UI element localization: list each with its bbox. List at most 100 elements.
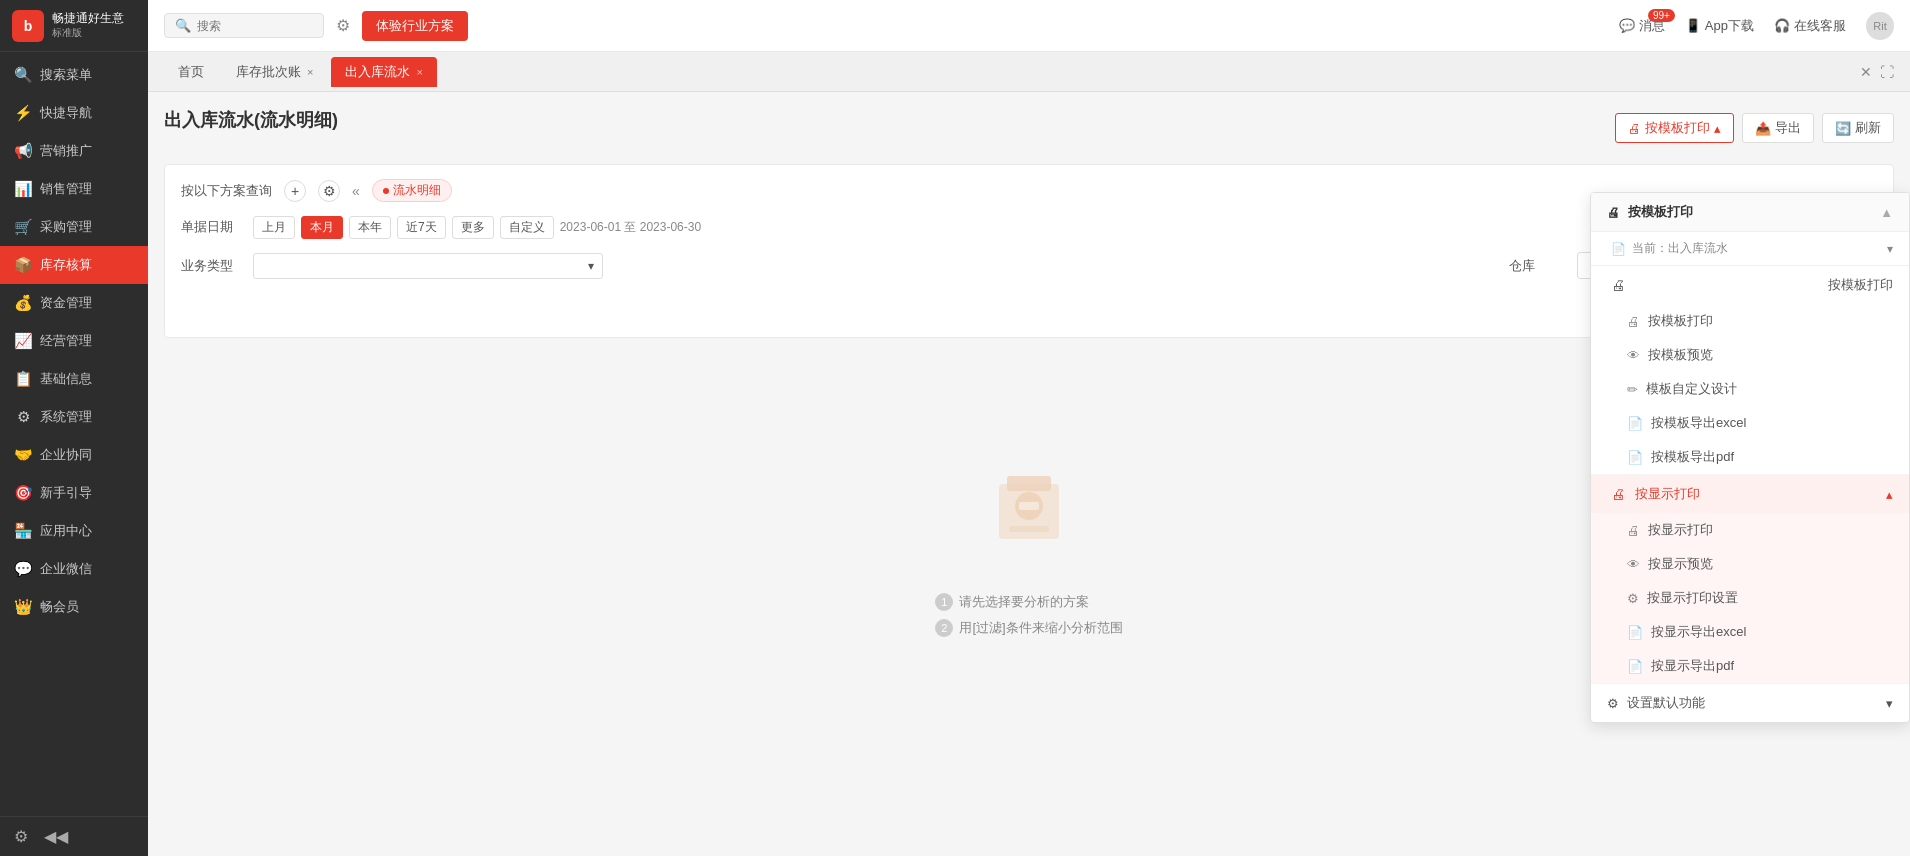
tab-flow-label: 出入库流水 (345, 63, 410, 81)
wechat-icon: 💬 (14, 560, 32, 578)
sidebar-item-label: 新手引导 (40, 484, 92, 502)
sidebar-item-purchase[interactable]: 🛒 采购管理 (0, 208, 148, 246)
dropdown-footer[interactable]: ⚙ 设置默认功能 (1591, 684, 1909, 722)
more-btn[interactable]: 更多 (452, 216, 494, 239)
filter-settings-btn[interactable]: ⚙ (318, 180, 340, 202)
sidebar-item-inventory[interactable]: 📦 库存核算 (0, 246, 148, 284)
display-printer-icon: 🖨 (1611, 486, 1627, 502)
page-content: 出入库流水(流水明细) 🖨 按模板打印 📤 导出 🔄 刷新 (148, 92, 1910, 856)
date-shortcuts: 上月 本月 本年 近7天 更多 自定义 2023-06-01 至 2023-06… (253, 216, 701, 239)
tab-batch[interactable]: 库存批次账 × (222, 57, 327, 87)
display-preview-item[interactable]: 👁 按显示预览 (1591, 547, 1909, 581)
this-month-btn[interactable]: 本月 (301, 216, 343, 239)
settings-icon[interactable]: ⚙ (336, 16, 350, 35)
current-icon: 📄 (1611, 242, 1626, 256)
guide-icon: 🎯 (14, 484, 32, 502)
display-print-header[interactable]: 🖨 按显示打印 (1591, 475, 1909, 513)
sidebar-item-marketing[interactable]: 📢 营销推广 (0, 132, 148, 170)
member-icon: 👑 (14, 598, 32, 616)
template-preview-item[interactable]: 👁 按模板预览 (1591, 338, 1909, 372)
sidebar-item-label: 畅会员 (40, 598, 79, 616)
sidebar-item-label: 资金管理 (40, 294, 92, 312)
topbar-right: 💬 消息 99+ 📱 App下载 🎧 在线客服 Rit (1619, 12, 1894, 40)
tp-customize-icon: ✏ (1627, 382, 1638, 397)
window-max-btn[interactable]: ⛶ (1880, 64, 1894, 80)
topbar: 🔍 ⚙ 体验行业方案 💬 消息 99+ 📱 App下载 🎧 在线客服 Rit (148, 0, 1910, 52)
template-print-item[interactable]: 🖨 按模板打印 (1591, 304, 1909, 338)
sidebar-collapse-btn[interactable]: ◀◀ (44, 827, 68, 846)
svg-rect-3 (1019, 502, 1039, 510)
dp-print-icon: 🖨 (1627, 523, 1640, 538)
dropdown-collapse-btn[interactable]: ▲ (1880, 205, 1893, 220)
date-range: 2023-06-01 至 2023-06-30 (560, 219, 701, 236)
last7-btn[interactable]: 近7天 (397, 216, 446, 239)
sidebar-footer: ⚙ ◀◀ (0, 816, 148, 856)
industry-btn[interactable]: 体验行业方案 (362, 11, 468, 41)
template-customize-item[interactable]: ✏ 模板自定义设计 (1591, 372, 1909, 406)
business-type-select[interactable] (253, 253, 603, 279)
sidebar-item-shortcut[interactable]: ⚡ 快捷导航 (0, 94, 148, 132)
add-filter-btn[interactable]: + (284, 180, 306, 202)
display-excel-item[interactable]: 📄 按显示导出excel (1591, 615, 1909, 649)
display-print-item[interactable]: 🖨 按显示打印 (1591, 513, 1909, 547)
last-month-btn[interactable]: 上月 (253, 216, 295, 239)
display-pdf-item[interactable]: 📄 按显示导出pdf (1591, 649, 1909, 683)
tab-flow[interactable]: 出入库流水 × (331, 57, 436, 87)
export-icon: 📤 (1755, 121, 1771, 136)
print-template-btn[interactable]: 🖨 按模板打印 (1615, 113, 1734, 143)
this-year-btn[interactable]: 本年 (349, 216, 391, 239)
sidebar-item-wechat[interactable]: 💬 企业微信 (0, 550, 148, 588)
sidebar-item-finance[interactable]: 💰 资金管理 (0, 284, 148, 322)
template-pdf-item[interactable]: 📄 按模板导出pdf (1591, 440, 1909, 474)
sidebar-item-system[interactable]: ⚙ 系统管理 (0, 398, 148, 436)
inventory-icon: 📦 (14, 256, 32, 274)
dp-pdf-icon: 📄 (1627, 659, 1643, 674)
notifications-btn[interactable]: 💬 消息 99+ (1619, 17, 1665, 35)
search-input[interactable] (197, 19, 297, 33)
tp-print-icon: 🖨 (1627, 314, 1640, 329)
sales-icon: 📊 (14, 180, 32, 198)
operation-icon: 📈 (14, 332, 32, 350)
refresh-btn[interactable]: 🔄 刷新 (1822, 113, 1894, 143)
filter-tag[interactable]: 流水明细 (372, 179, 452, 202)
empty-tip-1: 1 请先选择要分析的方案 (935, 593, 1122, 611)
topbar-search[interactable]: 🔍 (164, 13, 324, 38)
collapse-icon[interactable]: « (352, 183, 360, 199)
sidebar-item-appstore[interactable]: 🏪 应用中心 (0, 512, 148, 550)
biz-type-label: 业务类型 (181, 257, 241, 275)
sidebar-item-member[interactable]: 👑 畅会员 (0, 588, 148, 626)
custom-btn[interactable]: 自定义 (500, 216, 554, 239)
user-avatar: Rit (1866, 12, 1894, 40)
app-download-btn[interactable]: 📱 App下载 (1685, 17, 1754, 35)
sidebar-item-sales[interactable]: 📊 销售管理 (0, 170, 148, 208)
tabs-bar: 首页 库存批次账 × 出入库流水 × ✕ ⛶ (148, 52, 1910, 92)
sidebar-item-guide[interactable]: 🎯 新手引导 (0, 474, 148, 512)
sidebar-item-search[interactable]: 🔍 搜索菜单 (0, 56, 148, 94)
sidebar-item-operation[interactable]: 📈 经营管理 (0, 322, 148, 360)
sidebar-nav: 🔍 搜索菜单 ⚡ 快捷导航 📢 营销推广 📊 销售管理 🛒 采购管理 📦 库存核… (0, 52, 148, 816)
app-logo: b 畅捷通好生意 标准版 (0, 0, 148, 52)
partner-icon: 🤝 (14, 446, 32, 464)
user-name: Rit (1873, 20, 1886, 32)
dropdown-title: 🖨 按模板打印 (1607, 203, 1693, 221)
sidebar-settings-btn[interactable]: ⚙ (14, 827, 28, 846)
dropdown-header: 🖨 按模板打印 ▲ (1591, 193, 1909, 232)
customer-service-btn[interactable]: 🎧 在线客服 (1774, 17, 1846, 35)
current-chevron[interactable] (1887, 242, 1893, 256)
dp-settings-icon: ⚙ (1627, 591, 1639, 606)
sidebar-item-label: 营销推广 (40, 142, 92, 160)
tab-batch-close[interactable]: × (307, 66, 313, 78)
tab-home[interactable]: 首页 (164, 57, 218, 87)
main-content: 🔍 ⚙ 体验行业方案 💬 消息 99+ 📱 App下载 🎧 在线客服 Rit (148, 0, 1910, 856)
window-close-btn[interactable]: ✕ (1860, 64, 1872, 80)
tab-flow-close[interactable]: × (416, 66, 422, 78)
user-menu[interactable]: Rit (1866, 12, 1894, 40)
sidebar-item-partner[interactable]: 🤝 企业协同 (0, 436, 148, 474)
export-btn[interactable]: 📤 导出 (1742, 113, 1814, 143)
template-print-header[interactable]: 🖨 按模板打印 (1591, 266, 1909, 304)
template-excel-item[interactable]: 📄 按模板导出excel (1591, 406, 1909, 440)
display-settings-item[interactable]: ⚙ 按显示打印设置 (1591, 581, 1909, 615)
sidebar-item-basic[interactable]: 📋 基础信息 (0, 360, 148, 398)
empty-illustration (979, 454, 1079, 573)
sidebar-item-label: 搜索菜单 (40, 66, 92, 84)
